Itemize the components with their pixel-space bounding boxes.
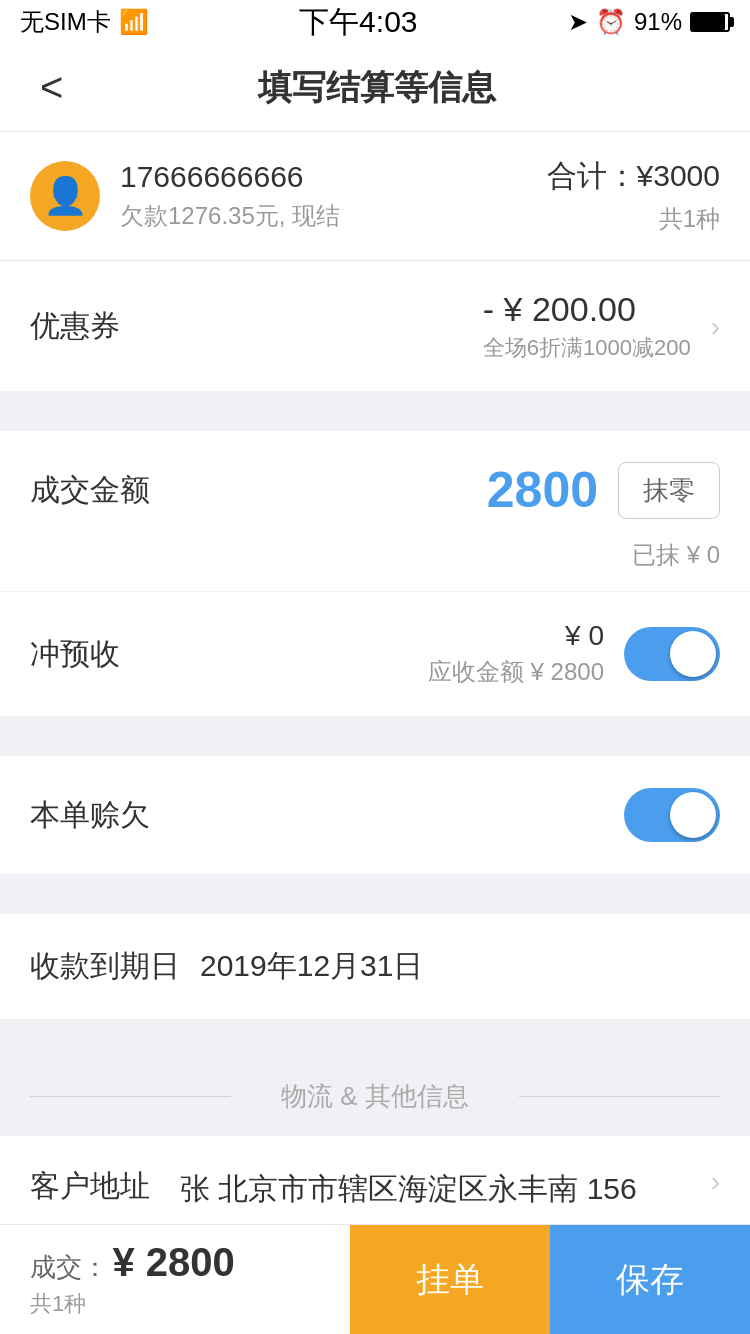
customer-phone: 17666666666 — [120, 160, 340, 194]
divider-line-left — [30, 1096, 231, 1097]
section-divider-3 — [0, 894, 750, 914]
location-icon: ➤ — [568, 8, 588, 36]
debt-label: 本单赊欠 — [30, 795, 150, 836]
bottom-count: 共1种 — [30, 1289, 320, 1319]
customer-left: 👤 17666666666 欠款1276.35元, 现结 — [30, 160, 340, 232]
bottom-info: 成交： ¥ 2800 共1种 — [0, 1225, 350, 1334]
battery-icon — [690, 12, 730, 32]
avatar: 👤 — [30, 161, 100, 231]
chevron-right-icon: › — [711, 311, 720, 343]
rounded-sub: 已抹 ¥ 0 — [0, 539, 750, 591]
customer-card: 👤 17666666666 欠款1276.35元, 现结 合计：¥3000 共1… — [0, 132, 750, 259]
save-button-label: 保存 — [616, 1257, 684, 1303]
alarm-icon: ⏰ — [596, 8, 626, 36]
sim-label: 无SIM卡 — [20, 6, 111, 38]
total-amount: 合计：¥3000 — [547, 156, 720, 197]
section-divider-1 — [0, 411, 750, 431]
customer-info: 17666666666 欠款1276.35元, 现结 — [120, 160, 340, 232]
amount-row: 成交金额 2800 抹零 — [0, 431, 750, 539]
status-right: ➤ ⏰ 91% — [568, 8, 730, 36]
hold-button-label: 挂单 — [416, 1257, 484, 1303]
coupon-right: - ¥ 200.00 全场6折满1000减200 › — [483, 290, 720, 363]
due-date-label: 收款到期日 — [30, 946, 180, 987]
total-label: 合计： — [547, 159, 637, 192]
avatar-icon: 👤 — [43, 175, 88, 217]
coupon-discount: - ¥ 200.00 — [483, 290, 691, 329]
status-left: 无SIM卡 📶 — [20, 6, 149, 38]
prepay-row: 冲预收 ¥ 0 应收金额 ¥ 2800 — [0, 591, 750, 716]
bottom-deal-label: 成交： — [30, 1252, 108, 1282]
total-value: ¥3000 — [637, 159, 720, 192]
nav-bar: < 填写结算等信息 — [0, 44, 750, 132]
prepay-amount: ¥ 0 — [428, 620, 604, 652]
amount-right: 2800 抹零 — [487, 461, 720, 519]
wifi-icon: 📶 — [119, 8, 149, 36]
debt-toggle[interactable] — [624, 788, 720, 842]
logistics-label: 物流 & 其他信息 — [281, 1079, 469, 1114]
round-button[interactable]: 抹零 — [618, 462, 720, 519]
deal-amount: 2800 — [487, 461, 598, 519]
hold-button[interactable]: 挂单 — [350, 1225, 550, 1334]
back-button[interactable]: < — [30, 55, 73, 120]
coupon-info: - ¥ 200.00 全场6折满1000减200 — [483, 290, 691, 363]
total-count: 共1种 — [547, 203, 720, 235]
prepay-toggle[interactable] — [624, 627, 720, 681]
bottom-deal-line: 成交： ¥ 2800 — [30, 1240, 320, 1285]
due-date-value: 2019年12月31日 — [200, 946, 423, 987]
section-divider-2 — [0, 736, 750, 756]
divider-line-right — [519, 1096, 720, 1097]
deal-section: 成交金额 2800 抹零 已抹 ¥ 0 冲预收 ¥ 0 应收金额 ¥ 2800 — [0, 431, 750, 716]
address-chevron-icon: › — [711, 1166, 720, 1198]
battery-percent: 91% — [634, 8, 682, 36]
prepay-info: ¥ 0 应收金额 ¥ 2800 — [428, 620, 604, 688]
bottom-amount: ¥ 2800 — [112, 1240, 234, 1284]
status-time: 下午4:03 — [299, 2, 417, 43]
coupon-desc: 全场6折满1000减200 — [483, 333, 691, 363]
status-bar: 无SIM卡 📶 下午4:03 ➤ ⏰ 91% — [0, 0, 750, 44]
customer-total: 合计：¥3000 共1种 — [547, 156, 720, 235]
prepay-sub: 应收金额 ¥ 2800 — [428, 656, 604, 688]
bottom-bar: 成交： ¥ 2800 共1种 挂单 保存 — [0, 1224, 750, 1334]
prepay-label: 冲预收 — [30, 634, 120, 675]
save-button[interactable]: 保存 — [550, 1225, 750, 1334]
page-title: 填写结算等信息 — [73, 65, 680, 111]
section-divider-4 — [0, 1039, 750, 1059]
coupon-label: 优惠券 — [30, 306, 120, 347]
due-date-row: 收款到期日 2019年12月31日 — [0, 914, 750, 1019]
deal-label: 成交金额 — [30, 470, 150, 511]
debt-row: 本单赊欠 — [0, 756, 750, 874]
coupon-row[interactable]: 优惠券 - ¥ 200.00 全场6折满1000减200 › — [0, 261, 750, 391]
prepay-right: ¥ 0 应收金额 ¥ 2800 — [428, 620, 720, 688]
address-label: 客户地址 — [30, 1166, 150, 1207]
customer-debt: 欠款1276.35元, 现结 — [120, 200, 340, 232]
logistics-section-header: 物流 & 其他信息 — [0, 1059, 750, 1134]
